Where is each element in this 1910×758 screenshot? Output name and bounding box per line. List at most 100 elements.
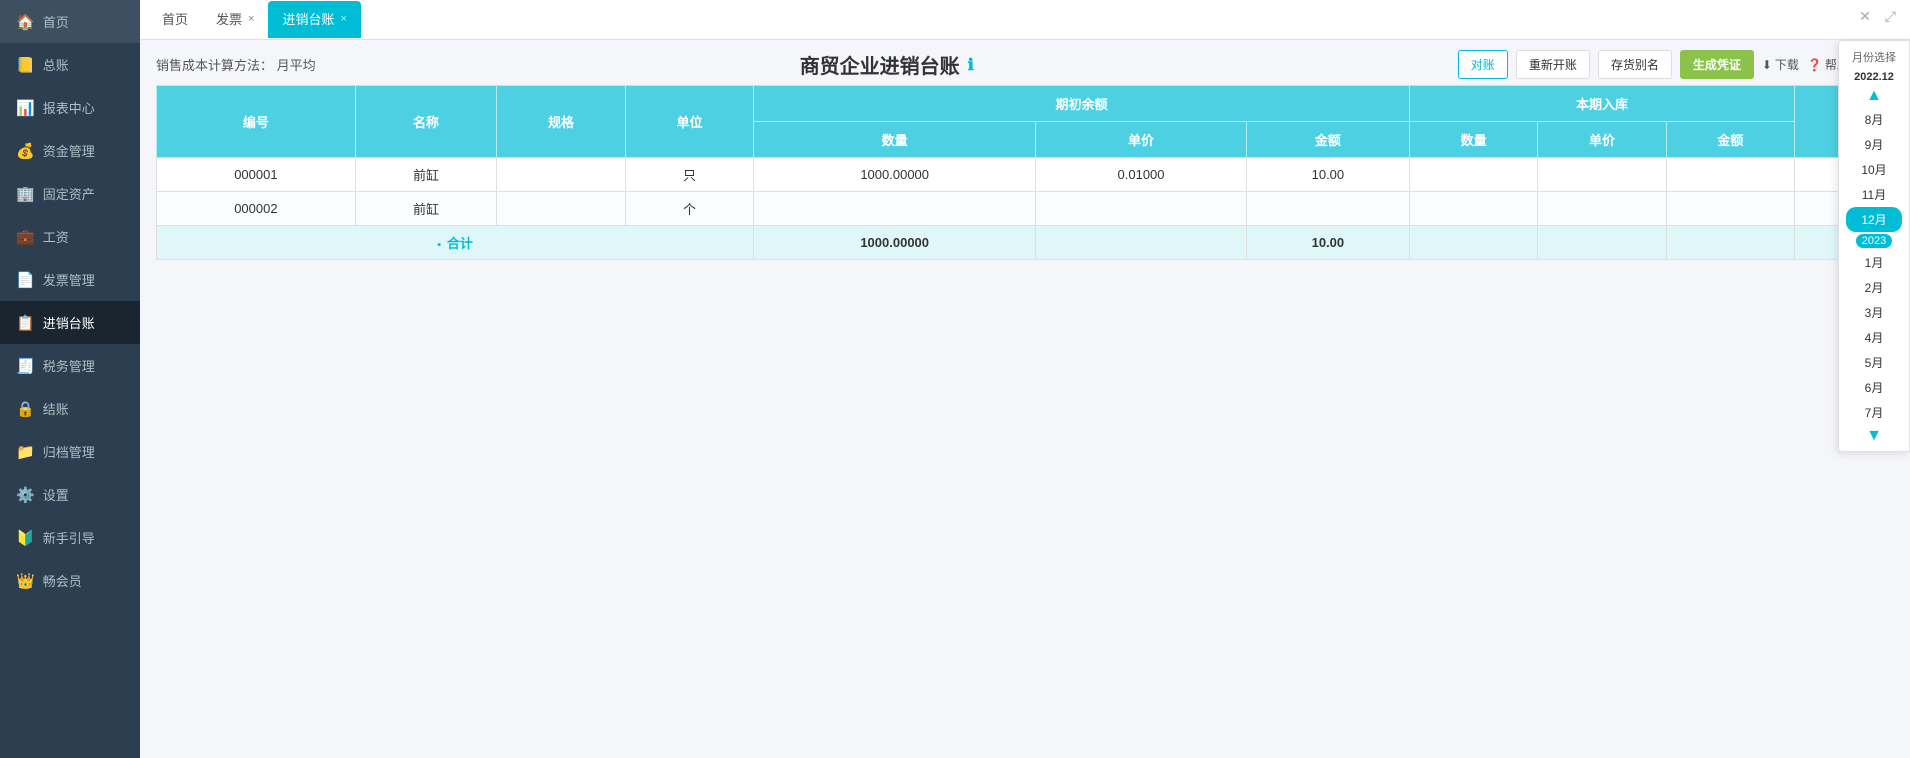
- month-prev-button[interactable]: ▲: [1864, 85, 1884, 107]
- invoice-mgmt-icon: 📄: [16, 271, 35, 289]
- content-area: 销售成本计算方法： 月平均 商贸企业进销台账 ℹ 对账 重新开账 存货别名 生成…: [140, 40, 1910, 758]
- toolbar: 销售成本计算方法： 月平均 商贸企业进销台账 ℹ 对账 重新开账 存货别名 生成…: [140, 40, 1910, 85]
- sidebar-item-label: 畅会员: [43, 571, 82, 590]
- month-item-9[interactable]: 9月: [1839, 132, 1909, 157]
- tab-invoice-close[interactable]: ×: [248, 13, 254, 25]
- month-item-4[interactable]: 4月: [1839, 325, 1909, 350]
- sidebar-item-close-account[interactable]: 🔒 结账: [0, 387, 140, 430]
- download-button[interactable]: ⬇ 下载: [1762, 56, 1799, 73]
- row1-in-amount: [1666, 158, 1794, 192]
- row2-unit: 个: [625, 192, 753, 226]
- sidebar-item-settings[interactable]: ⚙️ 设置: [0, 473, 140, 516]
- main-table: 编号 名称 规格 单位 期初余额 本期入库 数 数量 单价 金额 数量 单价: [156, 85, 1894, 260]
- sidebar-item-label: 归档管理: [43, 442, 95, 461]
- close-button[interactable]: ✕: [1855, 6, 1875, 27]
- sidebar-item-salary[interactable]: 💼 工资: [0, 215, 140, 258]
- sidebar-item-label: 首页: [43, 12, 69, 31]
- tab-purchase-sales-close[interactable]: ×: [340, 13, 346, 25]
- sidebar-item-funds[interactable]: 💰 资金管理: [0, 129, 140, 172]
- sidebar-item-label: 工资: [43, 227, 69, 246]
- col-opening-amount: 金额: [1246, 122, 1409, 158]
- funds-icon: 💰: [16, 142, 35, 160]
- row1-in-price: [1538, 158, 1666, 192]
- month-item-5[interactable]: 5月: [1839, 350, 1909, 375]
- row1-name: 前缸: [355, 158, 497, 192]
- sidebar-item-guide[interactable]: 🔰 新手引导: [0, 516, 140, 559]
- sidebar-item-label: 新手引导: [43, 528, 95, 547]
- sidebar-item-purchase-sales[interactable]: 📋 进销台账: [0, 301, 140, 344]
- month-item-2[interactable]: 2月: [1839, 275, 1909, 300]
- home-icon: 🏠: [16, 13, 35, 31]
- sidebar-item-label: 税务管理: [43, 356, 95, 375]
- help-icon: ❓: [1807, 58, 1822, 72]
- row1-opening-qty: 1000.00000: [754, 158, 1036, 192]
- sidebar-item-label: 报表中心: [43, 98, 95, 117]
- sidebar-item-reports[interactable]: 📊 报表中心: [0, 86, 140, 129]
- tab-invoice[interactable]: 发票 ×: [202, 1, 268, 38]
- total-opening-price: [1036, 226, 1247, 260]
- archive-icon: 📁: [16, 443, 35, 461]
- row2-name: 前缸: [355, 192, 497, 226]
- sidebar-item-assets[interactable]: 🏢 固定资产: [0, 172, 140, 215]
- col-in-price: 单价: [1538, 122, 1666, 158]
- year-badge-2023: 2023: [1856, 234, 1892, 248]
- row1-spec: [497, 158, 625, 192]
- maximize-button[interactable]: ⤢: [1881, 6, 1900, 27]
- total-label-cell: ▪ 合计: [157, 226, 754, 260]
- window-controls: ✕ ⤢: [1845, 0, 1910, 33]
- row1-in-qty: [1409, 158, 1537, 192]
- month-item-1[interactable]: 1月: [1839, 250, 1909, 275]
- row2-spec: [497, 192, 625, 226]
- total-icon: ▪: [437, 239, 441, 251]
- tab-home[interactable]: 首页: [148, 1, 202, 38]
- row2-code: 000002: [157, 192, 356, 226]
- month-next-button[interactable]: ▼: [1864, 425, 1884, 447]
- month-item-12[interactable]: 12月: [1846, 207, 1902, 232]
- sidebar-item-member[interactable]: 👑 畅会员: [0, 559, 140, 602]
- col-name: 名称: [355, 86, 497, 158]
- table-header-main: 编号 名称 规格 单位 期初余额 本期入库 数: [157, 86, 1894, 122]
- reconcile-button[interactable]: 对账: [1458, 50, 1508, 79]
- month-item-10[interactable]: 10月: [1839, 157, 1909, 182]
- sidebar-item-invoice-mgmt[interactable]: 📄 发票管理: [0, 258, 140, 301]
- month-item-7[interactable]: 7月: [1839, 400, 1909, 425]
- col-opening-price: 单价: [1036, 122, 1247, 158]
- save-alias-button[interactable]: 存货别名: [1598, 50, 1672, 79]
- row1-opening-price: 0.01000: [1036, 158, 1247, 192]
- month-item-11[interactable]: 11月: [1839, 182, 1909, 207]
- total-label: 合计: [447, 236, 473, 251]
- month-item-8[interactable]: 8月: [1839, 107, 1909, 132]
- tab-home-label: 首页: [162, 9, 188, 28]
- info-icon: ℹ: [968, 55, 974, 75]
- sidebar-item-tax[interactable]: 🧾 税务管理: [0, 344, 140, 387]
- sidebar-item-archive[interactable]: 📁 归档管理: [0, 430, 140, 473]
- main-area: ✕ ⤢ 首页 发票 × 进销台账 × 销售成本计算方法： 月平均 商贸企业进销台…: [140, 0, 1910, 758]
- row2-opening-qty: [754, 192, 1036, 226]
- month-selector-panel: 月份选择 2022.12 ▲ 8月 9月 10月 11月 12月 2023 1月…: [1838, 40, 1910, 452]
- sidebar-item-home[interactable]: 🏠 首页: [0, 0, 140, 43]
- tab-purchase-sales[interactable]: 进销台账 ×: [268, 1, 360, 38]
- close-account-icon: 🔒: [16, 400, 35, 418]
- row1-code: 000001: [157, 158, 356, 192]
- tab-purchase-sales-label: 进销台账: [282, 9, 334, 28]
- sidebar-item-label: 进销台账: [43, 313, 95, 332]
- col-code: 编号: [157, 86, 356, 158]
- generate-voucher-button[interactable]: 生成凭证: [1680, 50, 1754, 79]
- total-in-price: [1538, 226, 1666, 260]
- month-item-3[interactable]: 3月: [1839, 300, 1909, 325]
- row2-in-qty: [1409, 192, 1537, 226]
- sales-cost-value: 月平均: [277, 58, 316, 73]
- col-spec: 规格: [497, 86, 625, 158]
- settings-icon: ⚙️: [16, 486, 35, 504]
- reopen-button[interactable]: 重新开账: [1516, 50, 1590, 79]
- col-in-amount: 金额: [1666, 122, 1794, 158]
- row2-opening-price: [1036, 192, 1247, 226]
- month-item-6[interactable]: 6月: [1839, 375, 1909, 400]
- col-opening-qty: 数量: [754, 122, 1036, 158]
- total-opening-amount: 10.00: [1246, 226, 1409, 260]
- sales-cost-label: 销售成本计算方法：: [156, 58, 273, 73]
- page-title-text: 商贸企业进销台账: [800, 50, 960, 79]
- tab-invoice-label: 发票: [216, 9, 242, 28]
- sidebar-item-ledger[interactable]: 📒 总账: [0, 43, 140, 86]
- total-opening-qty: 1000.00000: [754, 226, 1036, 260]
